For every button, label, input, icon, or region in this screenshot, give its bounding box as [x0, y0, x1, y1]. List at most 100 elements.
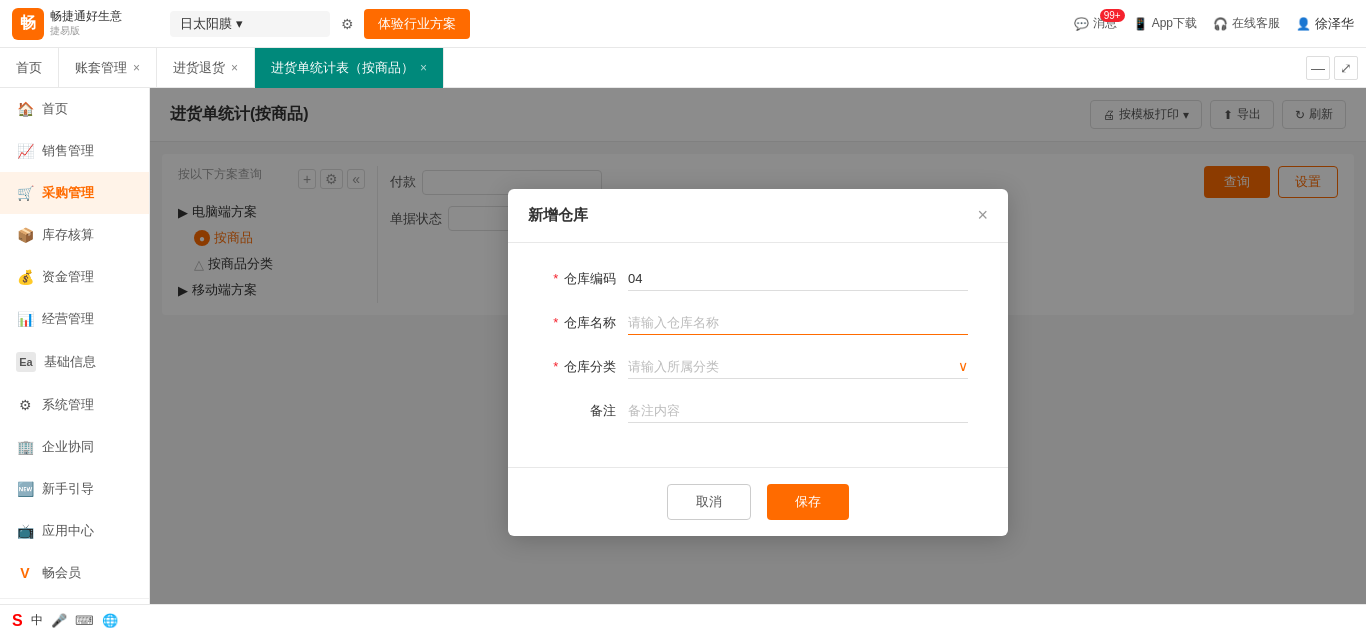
sidebar-item-basic-info[interactable]: Ea 基础信息	[0, 340, 149, 384]
settings-icon[interactable]: ⚙	[338, 15, 356, 33]
sidebar-operations-label: 经营管理	[42, 310, 94, 328]
name-label: * 仓库名称	[548, 314, 628, 332]
bottom-mic-icon[interactable]: 🎤	[51, 613, 67, 628]
sidebar-inventory-label: 库存核算	[42, 226, 94, 244]
sidebar-item-purchase[interactable]: 🛒 采购管理	[0, 172, 149, 214]
bottom-text: 中	[31, 612, 43, 629]
sidebar-guide-label: 新手引导	[42, 480, 94, 498]
header-actions: 💬 消息 99+ 📱 App下载 🎧 在线客服 👤 徐泽华	[1074, 15, 1354, 33]
bottom-lang-icon[interactable]: 🌐	[102, 613, 118, 628]
tab-purchase-return-label: 进货退货	[173, 59, 225, 77]
sidebar: 🏠 首页 📈 销售管理 🛒 采购管理 📦 库存核算 💰 资金管理 📊 经营管理 …	[0, 88, 150, 636]
form-row-remark: 备注	[548, 399, 968, 423]
basic-info-icon: Ea	[16, 352, 36, 372]
sidebar-item-inventory[interactable]: 📦 库存核算	[0, 214, 149, 256]
finance-icon: 💰	[16, 268, 34, 286]
logo-sub: 捷易版	[50, 24, 122, 38]
main-layout: 🏠 首页 📈 销售管理 🛒 采购管理 📦 库存核算 💰 资金管理 📊 经营管理 …	[0, 88, 1366, 636]
apps-icon: 📺	[16, 522, 34, 540]
sidebar-item-home[interactable]: 🏠 首页	[0, 88, 149, 130]
s-logo: S	[12, 612, 23, 630]
guide-icon: 🆕	[16, 480, 34, 498]
messages-badge: 99+	[1100, 9, 1125, 22]
modal-footer: 取消 保存	[508, 467, 1008, 536]
search-box[interactable]: 日太阳膜 ▾	[170, 11, 330, 37]
modal-overlay: 新增仓库 × * 仓库编码 *	[150, 88, 1366, 636]
sidebar-sales-label: 销售管理	[42, 142, 94, 160]
category-label: * 仓库分类	[548, 358, 628, 376]
sidebar-item-system[interactable]: ⚙ 系统管理	[0, 384, 149, 426]
phone-icon: 📱	[1133, 17, 1148, 31]
remark-input[interactable]	[628, 399, 968, 423]
dropdown-arrow-icon: ▾	[236, 16, 243, 31]
modal-close-button[interactable]: ×	[977, 205, 988, 226]
user-name: 徐泽华	[1315, 15, 1354, 33]
tab-purchase-stats-close[interactable]: ×	[420, 61, 427, 75]
form-row-code: * 仓库编码	[548, 267, 968, 291]
tab-purchase-stats-label: 进货单统计表（按商品）	[271, 59, 414, 77]
modal-body: * 仓库编码 * 仓库名称	[508, 243, 1008, 467]
tab-accounts-close[interactable]: ×	[133, 61, 140, 75]
modal-header: 新增仓库 ×	[508, 189, 1008, 243]
vip-icon: V	[16, 564, 34, 582]
sidebar-item-operations[interactable]: 📊 经营管理	[0, 298, 149, 340]
online-service-button[interactable]: 🎧 在线客服	[1213, 15, 1280, 32]
sidebar-item-finance[interactable]: 💰 资金管理	[0, 256, 149, 298]
user-menu[interactable]: 👤 徐泽华	[1296, 15, 1354, 33]
tab-bar: 首页 账套管理 × 进货退货 × 进货单统计表（按商品） × — ⤢	[0, 48, 1366, 88]
app-download-label: App下载	[1152, 15, 1197, 32]
tab-minimize-button[interactable]: —	[1306, 56, 1330, 80]
sidebar-home-label: 首页	[42, 100, 68, 118]
form-row-category: * 仓库分类 ∨	[548, 355, 968, 379]
online-service-label: 在线客服	[1232, 15, 1280, 32]
tab-accounts[interactable]: 账套管理 ×	[59, 48, 157, 88]
headset-icon: 🎧	[1213, 17, 1228, 31]
sidebar-item-apps[interactable]: 📺 应用中心	[0, 510, 149, 552]
sidebar-system-label: 系统管理	[42, 396, 94, 414]
sidebar-item-vip[interactable]: V 畅会员	[0, 552, 149, 594]
sidebar-enterprise-label: 企业协同	[42, 438, 94, 456]
tab-end-buttons: — ⤢	[1306, 56, 1366, 80]
tab-purchase-return-close[interactable]: ×	[231, 61, 238, 75]
avatar-icon: 👤	[1296, 17, 1311, 31]
sidebar-purchase-label: 采购管理	[42, 184, 94, 202]
sidebar-item-enterprise[interactable]: 🏢 企业协同	[0, 426, 149, 468]
message-icon: 💬	[1074, 17, 1089, 31]
inventory-icon: 📦	[16, 226, 34, 244]
enterprise-icon: 🏢	[16, 438, 34, 456]
required-mark-3: *	[553, 359, 558, 374]
content-area: 进货单统计(按商品) 🖨 按模板打印 ▾ ⬆ 导出 ↻ 刷新	[150, 88, 1366, 636]
code-input[interactable]	[628, 267, 968, 291]
required-mark-2: *	[553, 315, 558, 330]
sidebar-item-sales[interactable]: 📈 销售管理	[0, 130, 149, 172]
required-mark: *	[553, 271, 558, 286]
trial-button[interactable]: 体验行业方案	[364, 9, 470, 39]
sidebar-item-guide[interactable]: 🆕 新手引导	[0, 468, 149, 510]
tab-accounts-label: 账套管理	[75, 59, 127, 77]
category-input[interactable]	[628, 355, 958, 378]
name-input[interactable]	[628, 311, 968, 335]
search-value: 日太阳膜	[180, 15, 232, 33]
new-warehouse-modal: 新增仓库 × * 仓库编码 *	[508, 189, 1008, 536]
app-download-button[interactable]: 📱 App下载	[1133, 15, 1197, 32]
code-label: * 仓库编码	[548, 270, 628, 288]
logo-area: 畅 畅捷通好生意 捷易版	[12, 8, 162, 40]
system-icon: ⚙	[16, 396, 34, 414]
tab-expand-button[interactable]: ⤢	[1334, 56, 1358, 80]
cancel-button[interactable]: 取消	[667, 484, 751, 520]
bottom-status-bar: S 中 🎤 ⌨ 🌐	[0, 604, 1366, 636]
logo-icon: 畅	[12, 8, 44, 40]
category-select-wrap: ∨	[628, 355, 968, 379]
messages-button[interactable]: 💬 消息 99+	[1074, 15, 1117, 32]
logo-text: 畅捷通好生意	[50, 9, 122, 25]
form-row-name: * 仓库名称	[548, 311, 968, 335]
tab-purchase-return[interactable]: 进货退货 ×	[157, 48, 255, 88]
category-chevron-icon: ∨	[958, 358, 968, 374]
bottom-keyboard-icon[interactable]: ⌨	[75, 613, 94, 628]
operations-icon: 📊	[16, 310, 34, 328]
tab-home[interactable]: 首页	[0, 48, 59, 88]
tab-purchase-stats[interactable]: 进货单统计表（按商品） ×	[255, 48, 444, 88]
top-header: 畅 畅捷通好生意 捷易版 日太阳膜 ▾ ⚙ 体验行业方案 💬 消息 99+ 📱 …	[0, 0, 1366, 48]
modal-title: 新增仓库	[528, 206, 588, 225]
save-button[interactable]: 保存	[767, 484, 849, 520]
